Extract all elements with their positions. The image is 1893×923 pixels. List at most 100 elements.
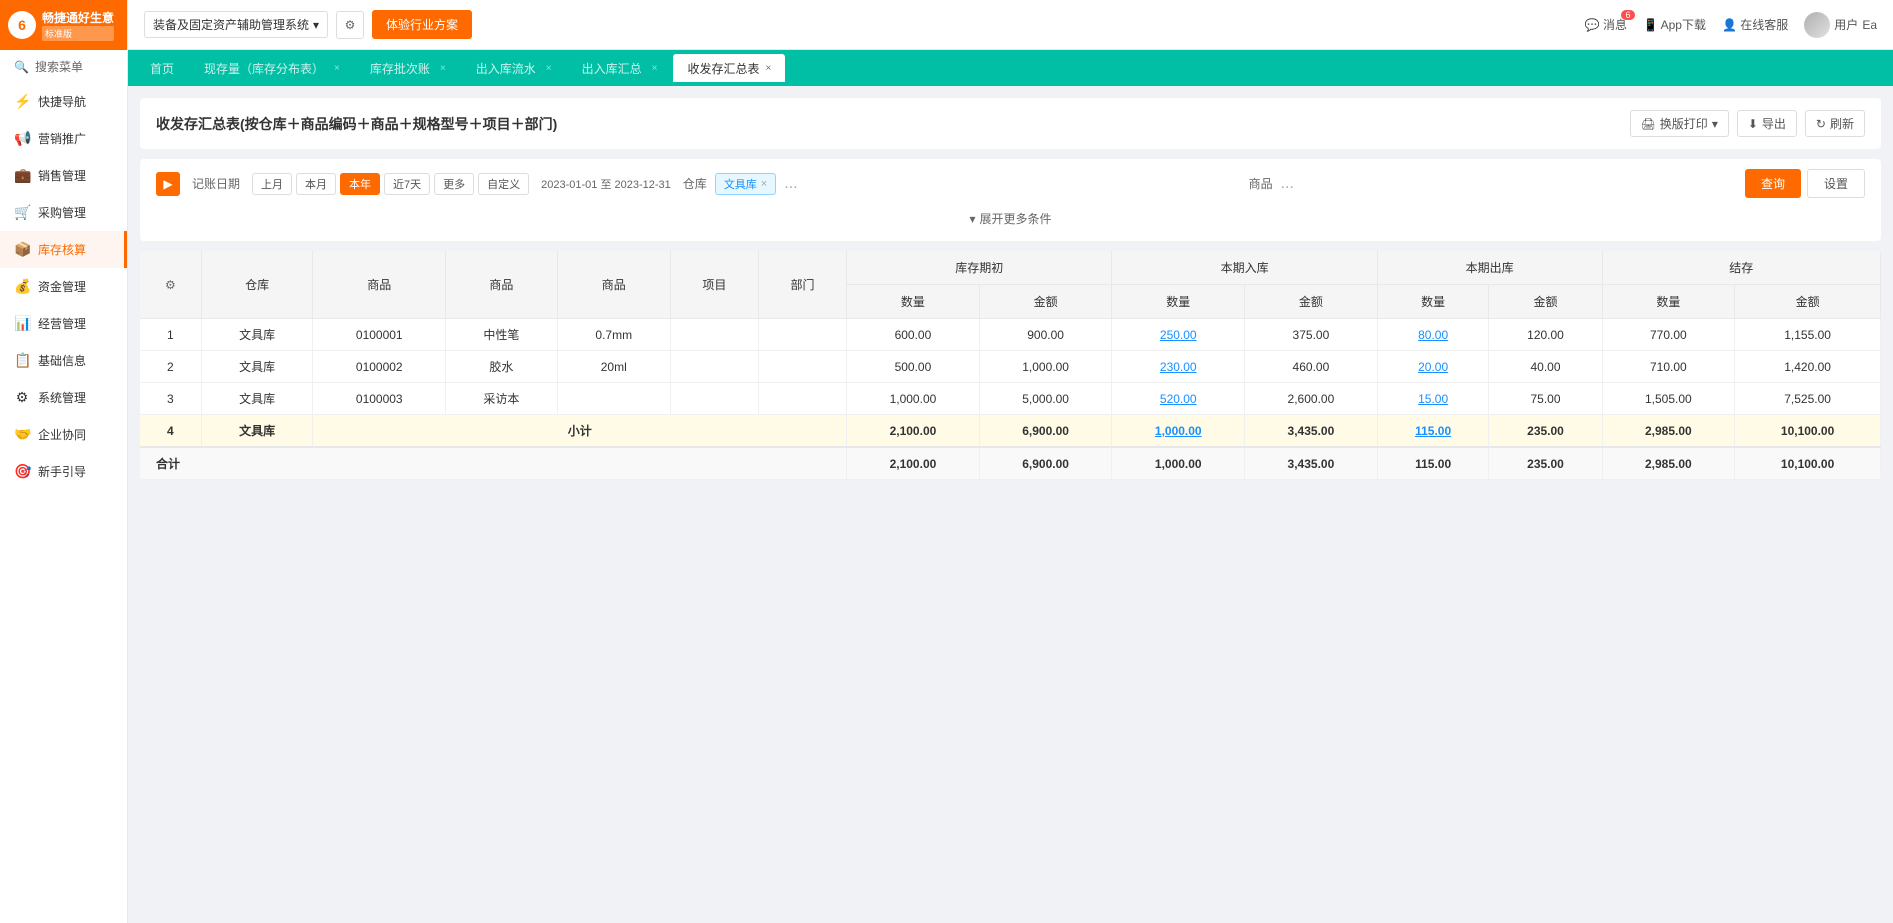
refresh-button[interactable]: ↻ 刷新 (1805, 110, 1865, 137)
tab-batch[interactable]: 库存批次账 × (356, 54, 460, 82)
cell-in-qty[interactable]: 250.00 (1112, 319, 1245, 351)
th-balance-group: 结存 (1602, 251, 1880, 285)
subtotal-in-qty[interactable]: 1,000.00 (1112, 415, 1245, 448)
sidebar-item-enterprise[interactable]: 🤝 企业协同 (0, 416, 127, 453)
tab-close-stock-dist[interactable]: × (334, 63, 340, 74)
purchase-icon: 🛒 (14, 204, 30, 221)
sidebar-item-quick-nav[interactable]: ⚡ 快捷导航 (0, 83, 127, 120)
tab-close-summary[interactable]: × (652, 63, 658, 74)
sidebar-item-operations[interactable]: 📊 经营管理 (0, 305, 127, 342)
sidebar-item-sales[interactable]: 💼 销售管理 (0, 157, 127, 194)
cell-out-amt: 120.00 (1489, 319, 1602, 351)
cell-out-qty[interactable]: 20.00 (1377, 351, 1489, 383)
sidebar-item-system[interactable]: ⚙ 系统管理 (0, 379, 127, 416)
sidebar-item-guide[interactable]: 🎯 新手引导 (0, 453, 127, 490)
total-in-qty: 1,000.00 (1112, 447, 1245, 480)
cell-opening-qty: 500.00 (847, 351, 980, 383)
page-body: 收发存汇总表(按仓库＋商品编码＋商品＋规格型号＋项目＋部门) 🖨 换版打印 ▾ … (128, 86, 1893, 923)
cell-opening-qty: 600.00 (847, 319, 980, 351)
filter-setting-button[interactable]: 设置 (1807, 169, 1865, 198)
total-balance-qty: 2,985.00 (1602, 447, 1735, 480)
subtotal-balance-qty: 2,985.00 (1602, 415, 1735, 448)
page-actions: 🖨 换版打印 ▾ ⬇ 导出 ↻ 刷新 (1630, 110, 1865, 137)
system-selector[interactable]: 装备及固定资产辅助管理系统 ▾ (144, 11, 328, 38)
th-dept: 部门 (758, 251, 846, 319)
main-content: 装备及固定资产辅助管理系统 ▾ ⚙ 体验行业方案 💬 消息 6 📱 App下载 … (128, 0, 1893, 923)
cell-dept (758, 383, 846, 415)
date-btn-custom[interactable]: 自定义 (478, 173, 529, 195)
settings-button[interactable]: ⚙ (336, 11, 364, 39)
cell-in-qty[interactable]: 230.00 (1112, 351, 1245, 383)
tab-receive-summary[interactable]: 收发存汇总表 × (673, 54, 785, 82)
date-btn-this-month[interactable]: 本月 (296, 173, 336, 195)
gear-icon: ⚙ (345, 18, 356, 32)
sidebar: 6 畅捷通好生意 标准版 🔍 搜索菜单 ⚡ 快捷导航 📢 营销推广 💼 销售管理… (0, 0, 128, 923)
tab-close-receive-summary[interactable]: × (765, 63, 771, 74)
date-btn-this-year[interactable]: 本年 (340, 173, 380, 195)
subtotal-out-qty[interactable]: 115.00 (1377, 415, 1489, 448)
cell-no: 2 (140, 351, 201, 383)
sidebar-item-finance[interactable]: 💰 资金管理 (0, 268, 127, 305)
cell-balance-amt: 1,155.00 (1735, 319, 1881, 351)
filter-toggle-button[interactable]: ▶ (156, 172, 180, 196)
app-download-link[interactable]: 📱 App下载 (1643, 16, 1706, 33)
tab-summary[interactable]: 出入库汇总 × (568, 54, 672, 82)
th-balance-amt: 金额 (1735, 285, 1881, 319)
total-in-amt: 3,435.00 (1245, 447, 1378, 480)
query-button[interactable]: 查询 (1745, 169, 1801, 198)
cell-opening-qty: 1,000.00 (847, 383, 980, 415)
date-btn-more[interactable]: 更多 (434, 173, 474, 195)
system-icon: ⚙ (14, 389, 30, 406)
quick-nav-icon: ⚡ (14, 93, 30, 110)
warehouse-tag-close[interactable]: × (761, 178, 767, 190)
trial-button[interactable]: 体验行业方案 (372, 10, 472, 39)
subtotal-balance-amt: 10,100.00 (1735, 415, 1881, 448)
tab-home[interactable]: 首页 (136, 54, 188, 82)
cell-no: 3 (140, 383, 201, 415)
data-table-container: ⚙ 仓库 商品 商品 商品 项目 部门 库存期初 本期入库 本期出库 结存 (140, 251, 1881, 480)
avatar-image (1804, 12, 1830, 38)
tab-stock-dist[interactable]: 现存量（库存分布表） × (190, 54, 354, 82)
subtotal-in-amt: 3,435.00 (1245, 415, 1378, 448)
cell-spec (557, 383, 670, 415)
warehouse-dots[interactable]: ... (784, 175, 797, 193)
sidebar-item-basic-info[interactable]: 📋 基础信息 (0, 342, 127, 379)
date-btn-7days[interactable]: 近7天 (384, 173, 430, 195)
th-opening-group: 库存期初 (847, 251, 1112, 285)
message-badge[interactable]: 💬 消息 6 (1585, 16, 1627, 33)
sidebar-item-purchase[interactable]: 🛒 采购管理 (0, 194, 127, 231)
th-in-qty: 数量 (1112, 285, 1245, 319)
tab-flow[interactable]: 出入库流水 × (462, 54, 566, 82)
cell-out-qty[interactable]: 80.00 (1377, 319, 1489, 351)
total-out-qty: 115.00 (1377, 447, 1489, 480)
table-row: 2 文具库 0100002 胶水 20ml 500.00 1,000.00 23… (140, 351, 1881, 383)
cell-opening-amt: 1,000.00 (979, 351, 1112, 383)
export-button[interactable]: ⬇ 导出 (1737, 110, 1797, 137)
th-name: 商品 (446, 251, 558, 319)
cell-code: 0100001 (313, 319, 446, 351)
sidebar-item-inventory[interactable]: 📦 库存核算 (0, 231, 127, 268)
cell-dept (758, 351, 846, 383)
sidebar-item-marketing[interactable]: 📢 营销推广 (0, 120, 127, 157)
table-row: 1 文具库 0100001 中性笔 0.7mm 600.00 900.00 25… (140, 319, 1881, 351)
cell-in-amt: 2,600.00 (1245, 383, 1378, 415)
basic-info-icon: 📋 (14, 352, 30, 369)
tab-close-batch[interactable]: × (440, 63, 446, 74)
subtotal-label: 小计 (313, 415, 847, 448)
date-buttons: 上月 本月 本年 近7天 更多 自定义 (252, 173, 529, 195)
print-button[interactable]: 🖨 换版打印 ▾ (1630, 110, 1729, 137)
expand-filter-button[interactable]: ▾ 展开更多条件 (156, 206, 1865, 231)
column-settings-icon[interactable]: ⚙ (165, 278, 176, 292)
cell-in-qty[interactable]: 520.00 (1112, 383, 1245, 415)
user-menu[interactable]: 用户 Ea (1804, 12, 1877, 38)
cell-out-qty[interactable]: 15.00 (1377, 383, 1489, 415)
goods-dots[interactable]: ... (1281, 175, 1294, 193)
sidebar-item-search[interactable]: 🔍 搜索菜单 (0, 50, 127, 83)
tab-close-flow[interactable]: × (546, 63, 552, 74)
online-service-link[interactable]: 👤 在线客服 (1722, 16, 1788, 33)
service-icon: 👤 (1722, 18, 1737, 32)
date-btn-last-month[interactable]: 上月 (252, 173, 292, 195)
th-settings[interactable]: ⚙ (140, 251, 201, 319)
app-logo: 6 畅捷通好生意 标准版 (0, 0, 127, 50)
page-title: 收发存汇总表(按仓库＋商品编码＋商品＋规格型号＋项目＋部门) (156, 114, 557, 134)
